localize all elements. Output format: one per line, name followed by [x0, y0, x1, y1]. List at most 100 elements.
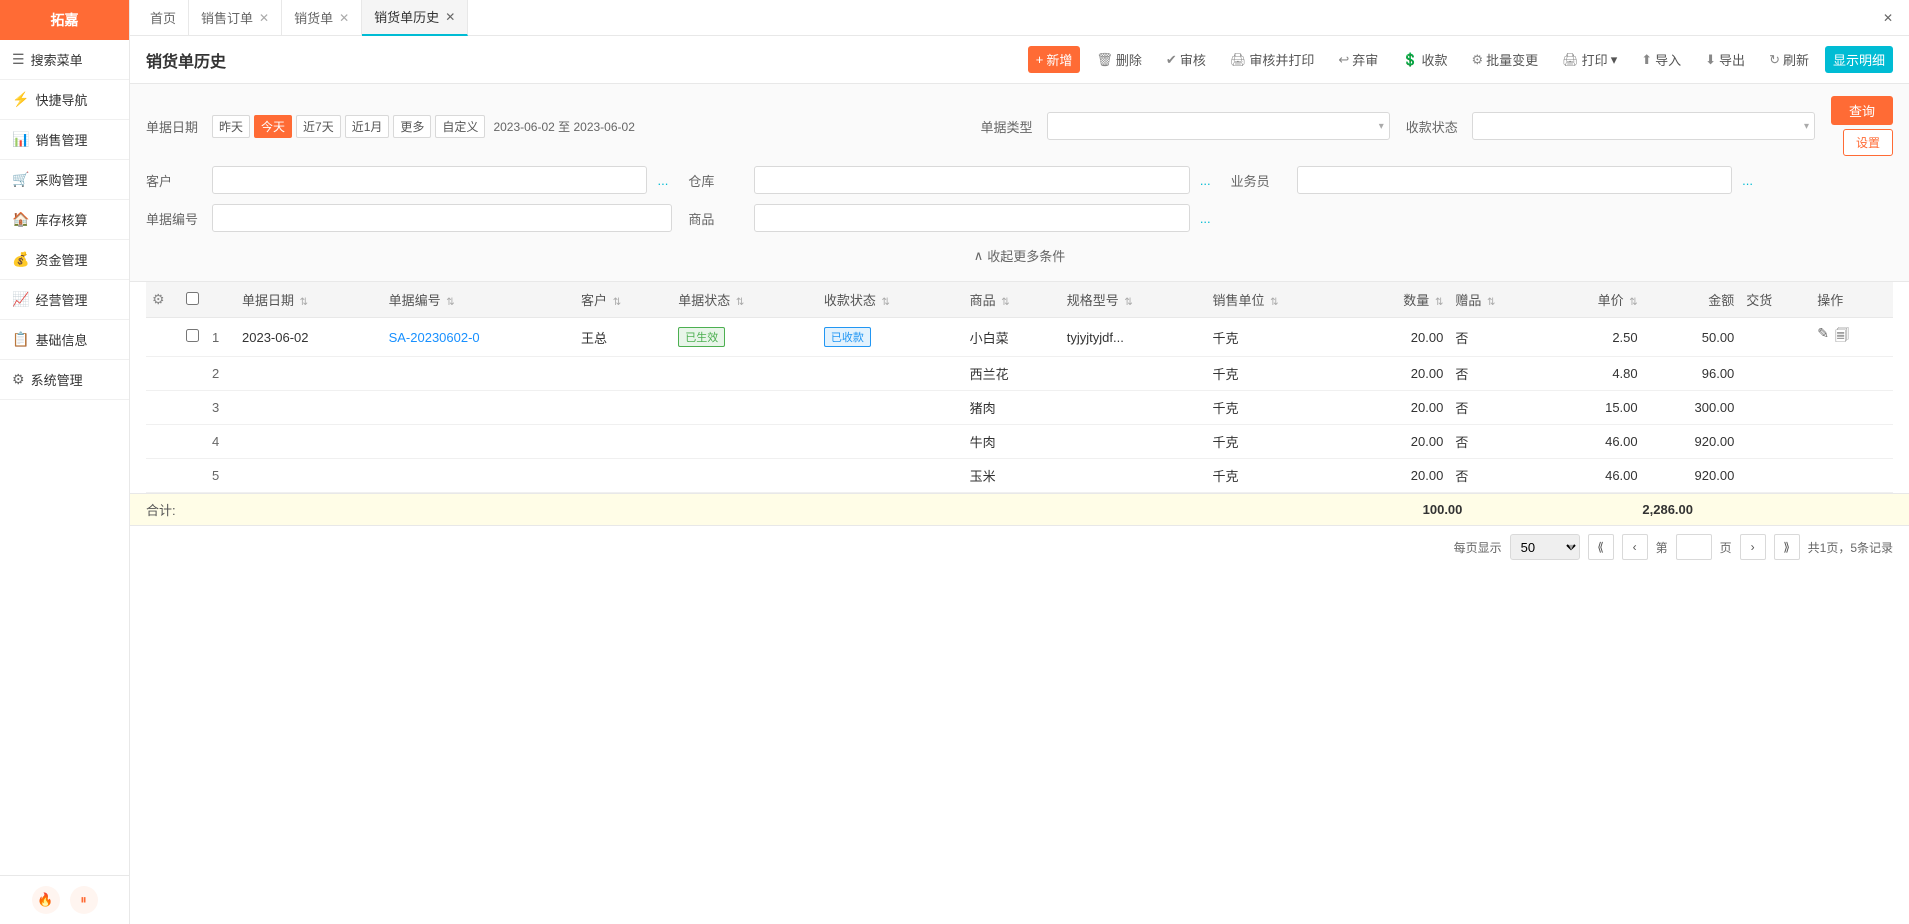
doc-no-link[interactable]: SA-20230602-0 — [389, 330, 480, 345]
th-doc-no[interactable]: 单据编号 ⇅ — [383, 282, 575, 318]
goods-input[interactable] — [754, 204, 1189, 232]
sidebar-pause-btn[interactable]: ⏸ — [70, 886, 98, 914]
print-icon: 🖨 — [1562, 52, 1579, 68]
set-button[interactable]: 设置 — [1843, 129, 1893, 156]
tab-sales-history-close[interactable]: ✕ — [445, 10, 455, 24]
sidebar-item-sales-mgmt[interactable]: 📊 销售管理 — [0, 120, 129, 160]
tab-sales-goods[interactable]: 销货单 ✕ — [282, 0, 362, 36]
date-btn-1month[interactable]: 近1月 — [345, 115, 390, 138]
th-goods[interactable]: 商品 ⇅ — [964, 282, 1061, 318]
refresh-icon: ↻ — [1769, 52, 1780, 68]
query-button[interactable]: 查询 — [1831, 96, 1893, 125]
prev-page-btn[interactable]: ‹ — [1622, 534, 1648, 560]
per-page-select[interactable]: 50 100 — [1510, 534, 1580, 560]
th-checkbox — [178, 282, 206, 318]
date-btn-custom[interactable]: 自定义 — [435, 115, 485, 138]
th-doc-date[interactable]: 单据日期 ⇅ — [236, 282, 383, 318]
th-doc-status[interactable]: 单据状态 ⇅ — [672, 282, 818, 318]
tab-home[interactable]: 首页 — [138, 0, 189, 36]
abandon-button[interactable]: ↩ 弃审 — [1330, 46, 1386, 73]
sidebar-item-search-menu[interactable]: ☰ 搜索菜单 — [0, 40, 129, 80]
sidebar-item-ops-mgmt[interactable]: 📈 经营管理 — [0, 280, 129, 320]
td-customer — [575, 357, 672, 391]
quantity-sort-icon: ⇅ — [1435, 297, 1443, 308]
delete-button[interactable]: 🗑 删除 — [1088, 46, 1150, 73]
date-btn-today[interactable]: 今天 — [254, 115, 292, 138]
purchase-icon: 🛒 — [12, 171, 29, 188]
customer-input[interactable] — [212, 166, 647, 194]
doc-no-input[interactable] — [212, 204, 672, 232]
td-amount: 300.00 — [1644, 391, 1741, 425]
sidebar-item-finance-mgmt[interactable]: 💰 资金管理 — [0, 240, 129, 280]
collapse-filter-btn[interactable]: ∧ 收起更多条件 — [970, 242, 1070, 269]
th-gift[interactable]: 赠品 ⇅ — [1449, 282, 1546, 318]
tab-sales-goods-close[interactable]: ✕ — [339, 11, 349, 25]
doc-type-select[interactable] — [1047, 112, 1390, 140]
td-doc-status — [672, 357, 818, 391]
sidebar-item-label: 快捷导航 — [35, 90, 87, 109]
refresh-button[interactable]: ↻ 刷新 — [1761, 46, 1817, 73]
doc-type-filter-group: 单据类型 ▾ — [981, 112, 1390, 140]
salesperson-ellipsis[interactable]: ... — [1738, 173, 1757, 188]
table-settings-icon[interactable]: ⚙ — [152, 291, 165, 307]
sidebar-item-label: 资金管理 — [35, 250, 87, 269]
row-checkbox[interactable] — [186, 329, 199, 342]
th-spec[interactable]: 规格型号 ⇅ — [1061, 282, 1207, 318]
sidebar-item-quick-nav[interactable]: ⚡ 快捷导航 — [0, 80, 129, 120]
td-spec — [1061, 391, 1207, 425]
sidebar-item-basic-info[interactable]: 📋 基础信息 — [0, 320, 129, 360]
salesperson-input[interactable] — [1297, 166, 1732, 194]
customer-ellipsis[interactable]: ... — [653, 173, 672, 188]
collect-status-select[interactable] — [1472, 112, 1815, 140]
last-page-btn[interactable]: ⟫ — [1774, 534, 1800, 560]
batch-change-button[interactable]: ⚙ 批量变更 — [1463, 46, 1546, 73]
sidebar-item-inventory-calc[interactable]: 🏠 库存核算 — [0, 200, 129, 240]
show-detail-button[interactable]: 显示明细 — [1825, 46, 1893, 73]
date-btn-more[interactable]: 更多 — [393, 115, 431, 138]
sidebar-item-label: 采购管理 — [35, 170, 87, 189]
th-settings[interactable]: ⚙ — [146, 282, 178, 318]
th-quantity[interactable]: 数量 ⇅ — [1352, 282, 1449, 318]
tab-sales-order-close[interactable]: ✕ — [259, 11, 269, 25]
th-collect-status[interactable]: 收款状态 ⇅ — [818, 282, 964, 318]
date-btn-yesterday[interactable]: 昨天 — [212, 115, 250, 138]
td-customer — [575, 425, 672, 459]
doc-status-badge: 已生效 — [678, 327, 725, 347]
collect-button[interactable]: 💲 收款 — [1394, 46, 1455, 73]
tab-sales-order[interactable]: 销售订单 ✕ — [189, 0, 282, 36]
td-doc-no — [383, 425, 575, 459]
td-doc-status — [672, 391, 818, 425]
th-customer[interactable]: 客户 ⇅ — [575, 282, 672, 318]
review-print-button[interactable]: 🖨 审核并打印 — [1222, 46, 1323, 73]
td-checkbox — [178, 425, 206, 459]
export-button[interactable]: ⬇ 导出 — [1697, 46, 1753, 73]
td-row-no: 5 — [206, 459, 236, 493]
filter-actions: 查询 设置 — [1831, 96, 1893, 156]
review-button[interactable]: ✔ 审核 — [1158, 46, 1214, 73]
date-btn-7days[interactable]: 近7天 — [296, 115, 341, 138]
tab-sales-history[interactable]: 销货单历史 ✕ — [362, 0, 468, 36]
sidebar-item-sys-mgmt[interactable]: ⚙ 系统管理 — [0, 360, 129, 400]
print-button[interactable]: 🖨 打印 ▾ — [1554, 46, 1625, 73]
th-unit-price[interactable]: 单价 ⇅ — [1546, 282, 1643, 318]
sales-unit-sort-icon: ⇅ — [1270, 297, 1278, 308]
page-number-input[interactable]: 1 — [1676, 534, 1712, 560]
th-sales-unit[interactable]: 销售单位 ⇅ — [1206, 282, 1352, 318]
new-button[interactable]: + 新增 — [1028, 46, 1081, 73]
sidebar-fire-btn[interactable]: 🔥 — [32, 886, 60, 914]
next-page-btn[interactable]: › — [1740, 534, 1766, 560]
td-sales-unit: 千克 — [1206, 459, 1352, 493]
first-page-btn[interactable]: ⟪ — [1588, 534, 1614, 560]
td-collect-status — [818, 391, 964, 425]
warehouse-ellipsis[interactable]: ... — [1196, 173, 1215, 188]
goods-ellipsis[interactable]: ... — [1196, 211, 1215, 226]
import-button[interactable]: ⬆ 导入 — [1633, 46, 1689, 73]
edit-icon[interactable]: ✎ — [1817, 325, 1829, 349]
select-all-checkbox[interactable] — [186, 292, 199, 305]
sidebar-item-purchase-mgmt[interactable]: 🛒 采购管理 — [0, 160, 129, 200]
warehouse-input[interactable] — [754, 166, 1189, 194]
td-spec — [1061, 459, 1207, 493]
close-all-tabs[interactable]: ✕ — [1875, 11, 1901, 25]
collect-icon: 💲 — [1402, 52, 1418, 68]
copy-icon[interactable]: 🗐 — [1835, 325, 1849, 349]
